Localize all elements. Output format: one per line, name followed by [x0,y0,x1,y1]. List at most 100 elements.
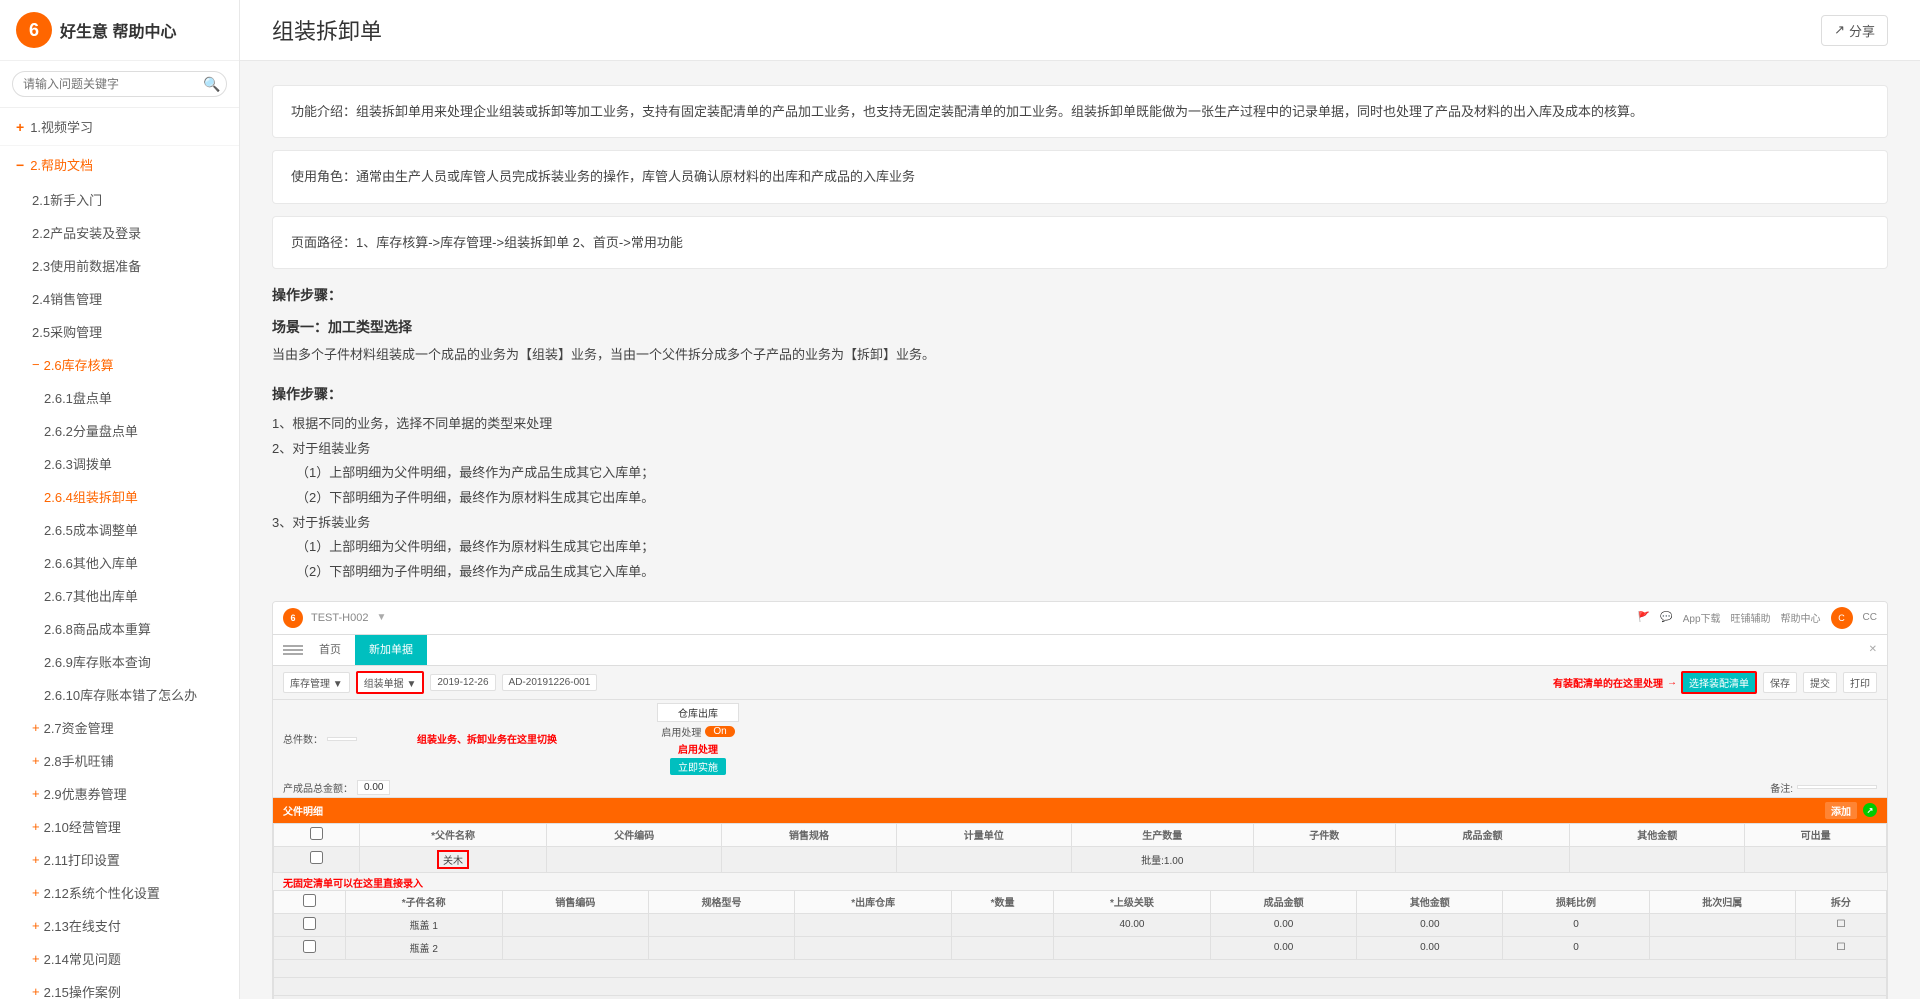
btn-add-parent[interactable]: 添加 [1825,802,1857,819]
sidebar-item-2-6-4[interactable]: 2.6.4组装拆卸单 [0,480,239,513]
step-2: 2、对于组装业务 [272,437,1888,462]
btn-print[interactable]: 打印 [1843,672,1877,693]
enable-toggle[interactable]: On [705,726,734,737]
th-other-amt: 其他金额 [1570,823,1745,846]
field-remark[interactable] [1797,785,1877,789]
parent-table-header-row: *父件名称 父件编码 销售规格 计量单位 生产数量 子件数 成品金额 其他金额 … [274,823,1887,846]
nav-section-2: − 2.帮助文档 2.1新手入门 2.2产品安装及登录 2.3使用前数据准备 2… [0,146,239,999]
main-content: 功能介绍：组装拆卸单用来处理企业组装或拆卸等加工业务，支持有固定装配清单的产品加… [240,61,1920,999]
intro-text: 功能介绍：组装拆卸单用来处理企业组装或拆卸等加工业务，支持有固定装配清单的产品加… [291,104,1643,119]
site-title: 好生意 帮助中心 [60,18,176,42]
child-table: *子件名称 销售编码 规格型号 *出库仓库 *数量 *上级关联 成品金额 其他金… [273,890,1887,999]
search-input[interactable] [12,71,227,97]
app-tab-new[interactable]: 新加单据 [355,635,427,665]
sidebar-item-2-15[interactable]: +2.15操作案例 [0,975,239,999]
role-text: 使用角色：通常由生产人员或库管人员完成拆装业务的操作，库管人员确认原材料的出库和… [291,169,915,184]
parent-name-boxed: 关木 [437,850,469,869]
annotation-row: 总件数： 组装业务、拆卸业务在这里切换 仓库出库 启用处理 [273,700,1887,778]
app-tab-bar: 首页 新加单据 ✕ [273,635,1887,666]
sidebar-item-2-4[interactable]: 2.4销售管理 [0,282,239,315]
c-select-all[interactable] [303,894,316,907]
td-c-prod-amt-1: 0.00 [1210,913,1356,936]
th-c-other-amt: 其他金额 [1357,890,1503,913]
sidebar-item-2-6-3[interactable]: 2.6.3调拨单 [0,447,239,480]
sidebar-item-2-6-2[interactable]: 2.6.2分量盘点单 [0,414,239,447]
search-box: 🔍 [0,61,239,108]
sidebar-item-2-6[interactable]: −2.6库存核算 [0,348,239,381]
split-icon-2[interactable]: ☐ [1836,942,1845,953]
annotation-label-1: 有装配清单的在这里处理 [1553,675,1663,690]
sidebar-item-2-14[interactable]: +2.14常见问题 [0,942,239,975]
sidebar-item-2-6-9[interactable]: 2.6.9库存账本查询 [0,645,239,678]
th-c-parent-rel: *上级关联 [1053,890,1210,913]
btn-save[interactable]: 保存 [1763,672,1797,693]
sidebar-item-2-11[interactable]: +2.11打印设置 [0,843,239,876]
label-count: 总件数： [283,731,323,746]
share-button[interactable]: ↗ 分享 [1821,15,1888,46]
app-icon-msg: 💬 [1660,612,1672,623]
sidebar-item-help-docs[interactable]: − 2.帮助文档 [0,146,239,183]
th-c-checkbox [274,890,346,913]
sidebar-item-2-12[interactable]: +2.12系统个性化设置 [0,876,239,909]
step-3-1: （1）上部明细为父件明细，最终作为原材料生成其它出库单； [296,535,1888,560]
sidebar-item-2-13[interactable]: +2.13在线支付 [0,909,239,942]
th-available: 可出量 [1745,823,1887,846]
btn-select-assembly[interactable]: 选择装配清单 [1681,671,1757,694]
btn-submit[interactable]: 提交 [1803,672,1837,693]
table-row: 关木 批量:1.00 [274,846,1887,872]
th-c-warehouse: *出库仓库 [795,890,952,913]
sidebar-item-2-6-6[interactable]: 2.6.6其他入库单 [0,546,239,579]
c-row-checkbox-2[interactable] [303,940,316,953]
table-row [274,977,1887,995]
user-avatar: C [1831,607,1853,629]
sidebar-item-2-5[interactable]: 2.5采购管理 [0,315,239,348]
td-c-batch-2 [1649,936,1795,959]
sidebar-item-2-2[interactable]: 2.2产品安装及登录 [0,216,239,249]
sidebar-item-2-7[interactable]: +2.7资金管理 [0,711,239,744]
field-warehouse[interactable]: 仓库出库 [657,703,739,722]
share-label: 分享 [1849,21,1875,40]
row-checkbox[interactable] [310,851,323,864]
sidebar: 6 好生意 帮助中心 🔍 + 1.视频学习 − 2.帮助文档 2.1新手入门 2… [0,0,240,999]
field-type[interactable]: 库存管理 ▼ [283,672,350,693]
field-type-boxed[interactable]: 组装单据 ▼ [356,671,425,694]
select-all-checkbox[interactable] [310,827,323,840]
c-row-checkbox-1[interactable] [303,917,316,930]
btn-apply[interactable]: 立即实施 [670,758,726,775]
sidebar-item-2-8[interactable]: +2.8手机旺铺 [0,744,239,777]
sidebar-item-label: 2.帮助文档 [30,155,93,174]
field-number[interactable]: AD-20191226-001 [502,674,598,691]
sidebar-item-2-1[interactable]: 2.1新手入门 [0,183,239,216]
plus-icon: + [16,119,24,135]
intro-block: 功能介绍：组装拆卸单用来处理企业组装或拆卸等加工业务，支持有固定装配清单的产品加… [272,85,1888,138]
field-count[interactable] [327,737,357,741]
expand-icon[interactable]: ↗ [1863,803,1877,817]
app-dropdown-icon: ▼ [376,612,386,623]
sidebar-item-2-10[interactable]: +2.10经营管理 [0,810,239,843]
field-date[interactable]: 2019-12-26 [430,674,495,691]
th-parent-code: 父件编码 [547,823,722,846]
field-total-amt[interactable]: 0.00 [357,780,390,795]
app-tab-close[interactable]: ✕ [1869,644,1877,655]
label-total-amt: 产成品总金额： [283,780,353,795]
sidebar-item-2-9[interactable]: +2.9优惠券管理 [0,777,239,810]
app-top-bar: 6 TEST-H002 ▼ 🚩 💬 App下载 旺铺辅助 帮助中心 C CC [273,602,1887,635]
td-available [1745,846,1887,872]
sidebar-item-2-6-7[interactable]: 2.6.7其他出库单 [0,579,239,612]
td-c-prod-amt-2: 0.00 [1210,936,1356,959]
table-row [274,995,1887,999]
app-screenshot: 6 TEST-H002 ▼ 🚩 💬 App下载 旺铺辅助 帮助中心 C CC [273,602,1887,999]
logo-icon: 6 [16,12,52,48]
app-tab-home[interactable]: 首页 [305,635,355,665]
sidebar-item-2-3[interactable]: 2.3使用前数据准备 [0,249,239,282]
app-nav-item-2: 旺铺辅助 [1731,610,1771,625]
sidebar-item-2-6-5[interactable]: 2.6.5成本调整单 [0,513,239,546]
td-product-amt [1395,846,1570,872]
sidebar-item-2-6-1[interactable]: 2.6.1盘点单 [0,381,239,414]
sidebar-item-video[interactable]: + 1.视频学习 [0,108,239,145]
sidebar-item-2-6-10[interactable]: 2.6.10库存账本错了怎么办 [0,678,239,711]
sidebar-item-2-6-8[interactable]: 2.6.8商品成本重算 [0,612,239,645]
split-icon-1[interactable]: ☐ [1836,919,1845,930]
th-c-qty: *数量 [952,890,1054,913]
search-icon[interactable]: 🔍 [203,76,220,93]
